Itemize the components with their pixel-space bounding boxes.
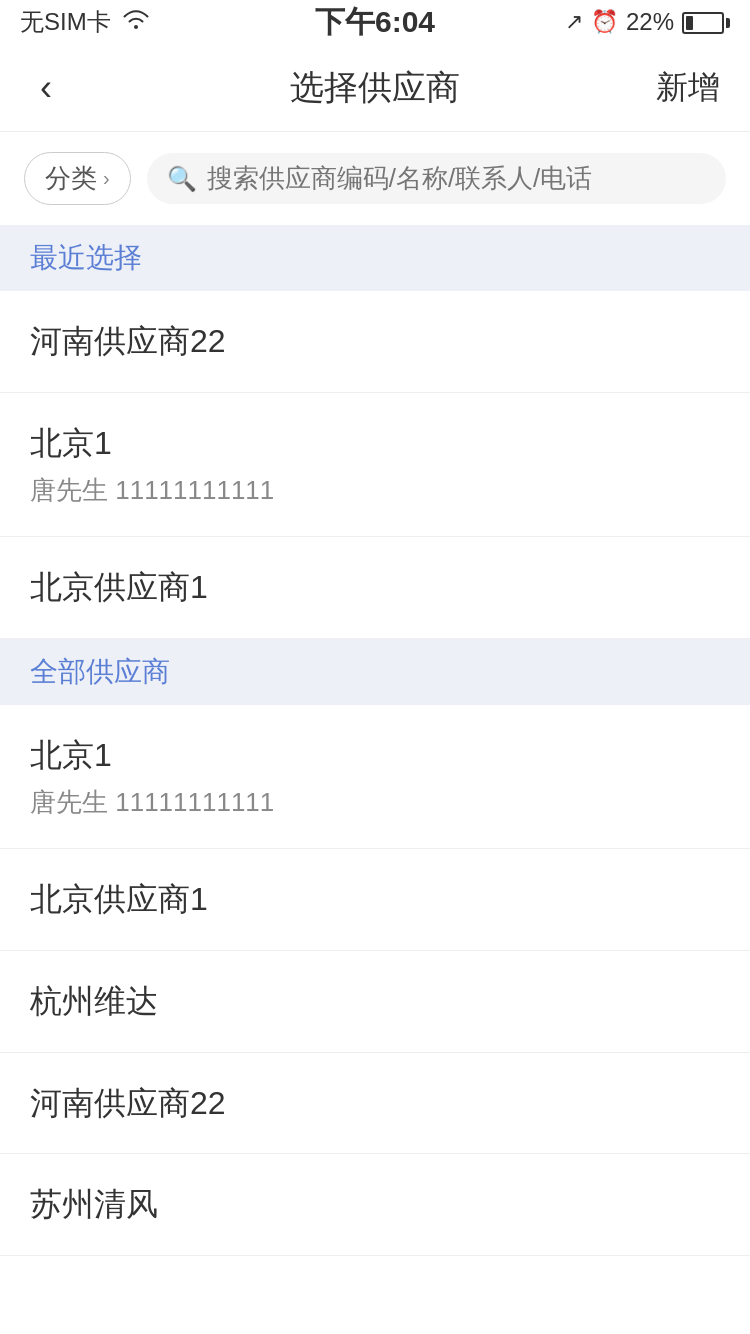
status-bar: 无SIM卡 下午6:04 ↗ ⏰ 22% <box>0 0 750 44</box>
alarm-icon: ⏰ <box>591 9 618 35</box>
all-items-list: 北京1 唐先生 11111111111 北京供应商1 杭州维达河南供应商22 苏州清风 <box>0 705 750 1256</box>
item-sub: 唐先生 11111111111 <box>30 784 720 820</box>
filter-bar: 分类 › 🔍 <box>0 132 750 225</box>
location-icon: ↗ <box>565 9 583 35</box>
status-time: 下午6:04 <box>315 2 435 43</box>
item-name: 北京供应商1 <box>30 877 720 922</box>
item-name: 河南供应商22 <box>30 319 720 364</box>
nav-bar: ‹ 选择供应商 新增 <box>0 44 750 132</box>
battery-icon <box>682 8 730 36</box>
page-title: 选择供应商 <box>290 65 460 111</box>
status-right: ↗ ⏰ 22% <box>565 8 730 36</box>
search-input[interactable] <box>207 163 706 194</box>
wifi-icon <box>121 8 151 36</box>
list-item[interactable]: 北京供应商1 <box>0 849 750 951</box>
item-name: 河南供应商22 <box>30 1081 720 1126</box>
recent-section-header: 最近选择 <box>0 225 750 291</box>
list-item[interactable]: 河南供应商22 <box>0 291 750 393</box>
list-item[interactable]: 河南供应商22 <box>0 1053 750 1155</box>
item-name: 苏州清风 <box>30 1182 720 1227</box>
status-left: 无SIM卡 <box>20 6 151 38</box>
category-label: 分类 <box>45 161 97 196</box>
chevron-right-icon: › <box>103 167 110 190</box>
category-button[interactable]: 分类 › <box>24 152 131 205</box>
list-item[interactable]: 北京供应商1 <box>0 537 750 639</box>
item-name: 北京1 <box>30 733 720 778</box>
all-section-header: 全部供应商 <box>0 639 750 705</box>
item-name: 北京供应商1 <box>30 565 720 610</box>
search-icon: 🔍 <box>167 165 197 193</box>
list-item[interactable]: 苏州清风 <box>0 1154 750 1256</box>
item-sub: 唐先生 11111111111 <box>30 472 720 508</box>
back-button[interactable]: ‹ <box>30 57 62 119</box>
battery-text: 22% <box>626 8 674 36</box>
recent-items-list: 河南供应商22 北京1 唐先生 11111111111 北京供应商1 <box>0 291 750 639</box>
search-wrapper[interactable]: 🔍 <box>147 153 726 204</box>
item-name: 杭州维达 <box>30 979 720 1024</box>
new-action-button[interactable]: 新增 <box>656 66 720 110</box>
item-name: 北京1 <box>30 421 720 466</box>
list-item[interactable]: 北京1 唐先生 11111111111 <box>0 393 750 537</box>
list-item[interactable]: 杭州维达 <box>0 951 750 1053</box>
carrier-text: 无SIM卡 <box>20 6 111 38</box>
list-item[interactable]: 北京1 唐先生 11111111111 <box>0 705 750 849</box>
